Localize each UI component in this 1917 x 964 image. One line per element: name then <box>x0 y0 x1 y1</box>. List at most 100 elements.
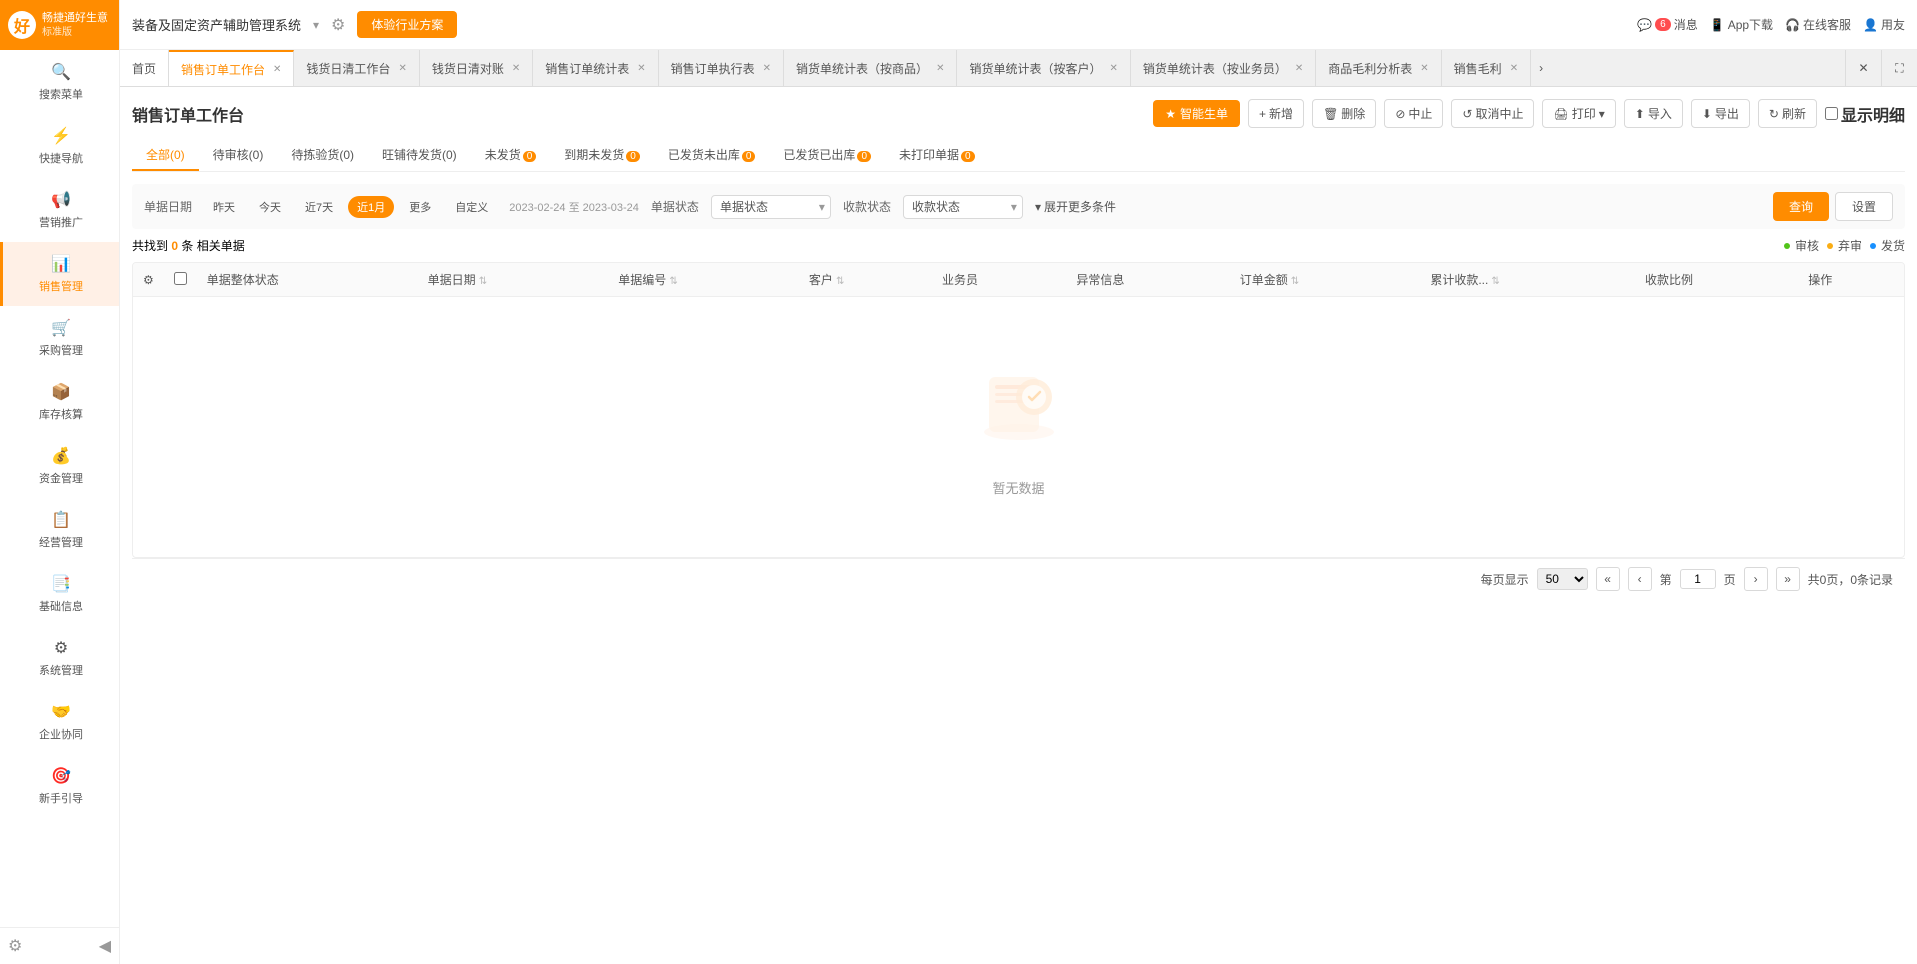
tab-sales-profit[interactable]: 销售毛利✕ <box>1442 50 1531 86</box>
date-option-昨天[interactable]: 昨天 <box>204 196 244 218</box>
delete-btn[interactable]: 🗑 删除 <box>1312 99 1376 128</box>
message-btn[interactable]: 💬 6 消息 <box>1637 16 1698 33</box>
refresh-btn[interactable]: ↻ 刷新 <box>1758 99 1817 128</box>
tab-goods-stats-customer[interactable]: 销货单统计表（按客户）✕ <box>957 50 1130 86</box>
sidebar-item-purchase[interactable]: 🛒采购管理 <box>0 306 119 370</box>
sidebar-item-marketing[interactable]: 📢营销推广 <box>0 178 119 242</box>
col-number-header[interactable]: 单据编号⇅ <box>608 263 799 297</box>
ship-btn[interactable]: 发货 <box>1870 237 1905 254</box>
tab-close-sales-workbench[interactable]: ✕ <box>273 64 281 75</box>
tab-close-sales-exec[interactable]: ✕ <box>763 63 771 74</box>
tab-profit-analysis[interactable]: 商品毛利分析表✕ <box>1316 50 1441 86</box>
cancel-stop-btn[interactable]: ↺ 取消中止 <box>1451 99 1534 128</box>
tab-more-btn[interactable]: › <box>1531 50 1551 86</box>
select-all-checkbox[interactable] <box>174 272 187 285</box>
industry-btn[interactable]: 体验行业方案 <box>357 11 457 38</box>
subtab-pending-review[interactable]: 待审核(0) <box>199 140 278 171</box>
query-btn[interactable]: 查询 <box>1773 192 1829 221</box>
prev-page-btn[interactable]: ‹ <box>1628 567 1652 591</box>
page-size-select[interactable]: 50 10 20 100 <box>1537 568 1588 590</box>
page-input[interactable] <box>1680 569 1716 589</box>
col-customer-header[interactable]: 客户⇅ <box>799 263 932 297</box>
subtab-not-printed[interactable]: 未打印单据0 <box>885 140 989 171</box>
print-btn[interactable]: 🖨 打印 ▾ <box>1542 99 1615 128</box>
import-btn[interactable]: ⬆ 导入 <box>1624 99 1683 128</box>
status-filter-select[interactable]: 单据状态 <box>711 195 831 219</box>
next-page-btn[interactable]: › <box>1744 567 1768 591</box>
set-btn[interactable]: 设置 <box>1835 192 1893 221</box>
show-detail-checkbox[interactable] <box>1825 107 1838 120</box>
subtab-label: 未打印单据 <box>899 148 959 162</box>
col-staff-header[interactable]: 业务员 <box>932 263 1066 297</box>
add-btn[interactable]: + 新增 <box>1248 99 1304 128</box>
tab-close-goods-stats-product[interactable]: ✕ <box>936 63 944 74</box>
subtab-wangpu-pending[interactable]: 旺铺待发货(0) <box>368 140 471 171</box>
tab-close-goods-stats-customer[interactable]: ✕ <box>1109 63 1117 74</box>
sidebar-item-enterprise[interactable]: 🤝企业协同 <box>0 690 119 754</box>
subtab-pending-inspect[interactable]: 待拣验货(0) <box>277 140 368 171</box>
stop-btn[interactable]: ⊘ 中止 <box>1384 99 1443 128</box>
sidebar-item-quick-nav[interactable]: ⚡快捷导航 <box>0 114 119 178</box>
tab-close-goods-stats-staff[interactable]: ✕ <box>1295 63 1303 74</box>
abandon-review-btn[interactable]: 弃审 <box>1827 237 1862 254</box>
col-exception-header[interactable]: 异常信息 <box>1066 263 1229 297</box>
sidebar-item-basic-info[interactable]: 📑基础信息 <box>0 562 119 626</box>
user-menu[interactable]: 👤 用友 <box>1863 16 1905 33</box>
subtab-shipped-not-out[interactable]: 已发货未出库0 <box>654 140 770 171</box>
tab-cash-reconcile[interactable]: 钱货日清对账✕ <box>420 50 533 86</box>
col-status-header[interactable]: 单据整体状态 <box>197 263 418 297</box>
tab-close-sales-stats[interactable]: ✕ <box>637 63 645 74</box>
tab-goods-stats-staff[interactable]: 销货单统计表（按业务员）✕ <box>1131 50 1316 86</box>
topbar-settings-icon[interactable]: ⚙ <box>331 15 345 35</box>
sidebar-item-inventory[interactable]: 📦库存核算 <box>0 370 119 434</box>
show-detail-label[interactable]: 显示明细 <box>1825 102 1905 126</box>
export-btn[interactable]: ⬇ 导出 <box>1691 99 1750 128</box>
date-option-自定义[interactable]: 自定义 <box>446 196 497 218</box>
app-download-btn[interactable]: 📱 App下载 <box>1710 16 1773 33</box>
date-option-今天[interactable]: 今天 <box>250 196 290 218</box>
tab-goods-stats-product[interactable]: 销货单统计表（按商品）✕ <box>784 50 957 86</box>
payment-filter-select[interactable]: 收款状态 <box>903 195 1023 219</box>
expand-filter-btn[interactable]: ▾ 展开更多条件 <box>1035 198 1116 215</box>
tab-close-cash-daily[interactable]: ✕ <box>398 63 406 74</box>
col-checkbox-header[interactable] <box>164 263 197 297</box>
col-collected-header[interactable]: 累计收款...⇅ <box>1420 263 1635 297</box>
tab-close-sales-profit[interactable]: ✕ <box>1510 63 1518 74</box>
settings-icon[interactable]: ⚙ <box>8 936 22 956</box>
subtab-shipped-out[interactable]: 已发货已出库0 <box>769 140 885 171</box>
col-ratio-header[interactable]: 收款比例 <box>1635 263 1798 297</box>
tab-home[interactable]: 首页 <box>120 50 169 86</box>
tab-close-cash-reconcile[interactable]: ✕ <box>512 63 520 74</box>
tab-cash-daily[interactable]: 钱货日清工作台✕ <box>294 50 419 86</box>
first-page-btn[interactable]: « <box>1596 567 1620 591</box>
subtab-not-shipped[interactable]: 未发货0 <box>471 140 551 171</box>
sidebar-item-search[interactable]: 🔍搜索菜单 <box>0 50 119 114</box>
col-date-header[interactable]: 单据日期⇅ <box>418 263 609 297</box>
tab-close-all-btn[interactable]: ✕ <box>1845 50 1881 86</box>
tab-close-profit-analysis[interactable]: ✕ <box>1420 63 1428 74</box>
smart-generate-btn[interactable]: ★ 智能生单 <box>1153 100 1240 127</box>
sidebar-item-finance[interactable]: 💰资金管理 <box>0 434 119 498</box>
tab-sales-stats[interactable]: 销售订单统计表✕ <box>533 50 658 86</box>
col-amount-header[interactable]: 订单金额⇅ <box>1230 263 1421 297</box>
online-service-btn[interactable]: 🎧 在线客服 <box>1785 16 1851 33</box>
sidebar-item-operations[interactable]: 📋经营管理 <box>0 498 119 562</box>
tab-maximize-btn[interactable]: ⛶ <box>1881 50 1917 86</box>
subtab-overdue-not-shipped[interactable]: 到期未发货0 <box>550 140 654 171</box>
collapse-icon[interactable]: ◀ <box>99 936 111 956</box>
sidebar-item-sales[interactable]: 📊销售管理 <box>0 242 119 306</box>
last-page-btn[interactable]: » <box>1776 567 1800 591</box>
sidebar-item-guide[interactable]: 🎯新手引导 <box>0 754 119 818</box>
topbar-dropdown-icon[interactable]: ▾ <box>313 18 319 32</box>
tab-sales-workbench[interactable]: 销售订单工作台✕ <box>169 50 294 86</box>
subtab-all[interactable]: 全部(0) <box>132 140 199 171</box>
col-settings-header[interactable]: ⚙ <box>133 263 164 297</box>
date-option-近1月[interactable]: 近1月 <box>348 196 394 218</box>
sidebar-item-system[interactable]: ⚙系统管理 <box>0 626 119 690</box>
search-icon: 🔍 <box>51 62 71 82</box>
review-btn[interactable]: 审核 <box>1784 237 1819 254</box>
date-option-更多[interactable]: 更多 <box>400 196 440 218</box>
tab-sales-exec[interactable]: 销售订单执行表✕ <box>659 50 784 86</box>
date-option-近7天[interactable]: 近7天 <box>296 196 342 218</box>
plus-icon: + <box>1259 107 1266 121</box>
